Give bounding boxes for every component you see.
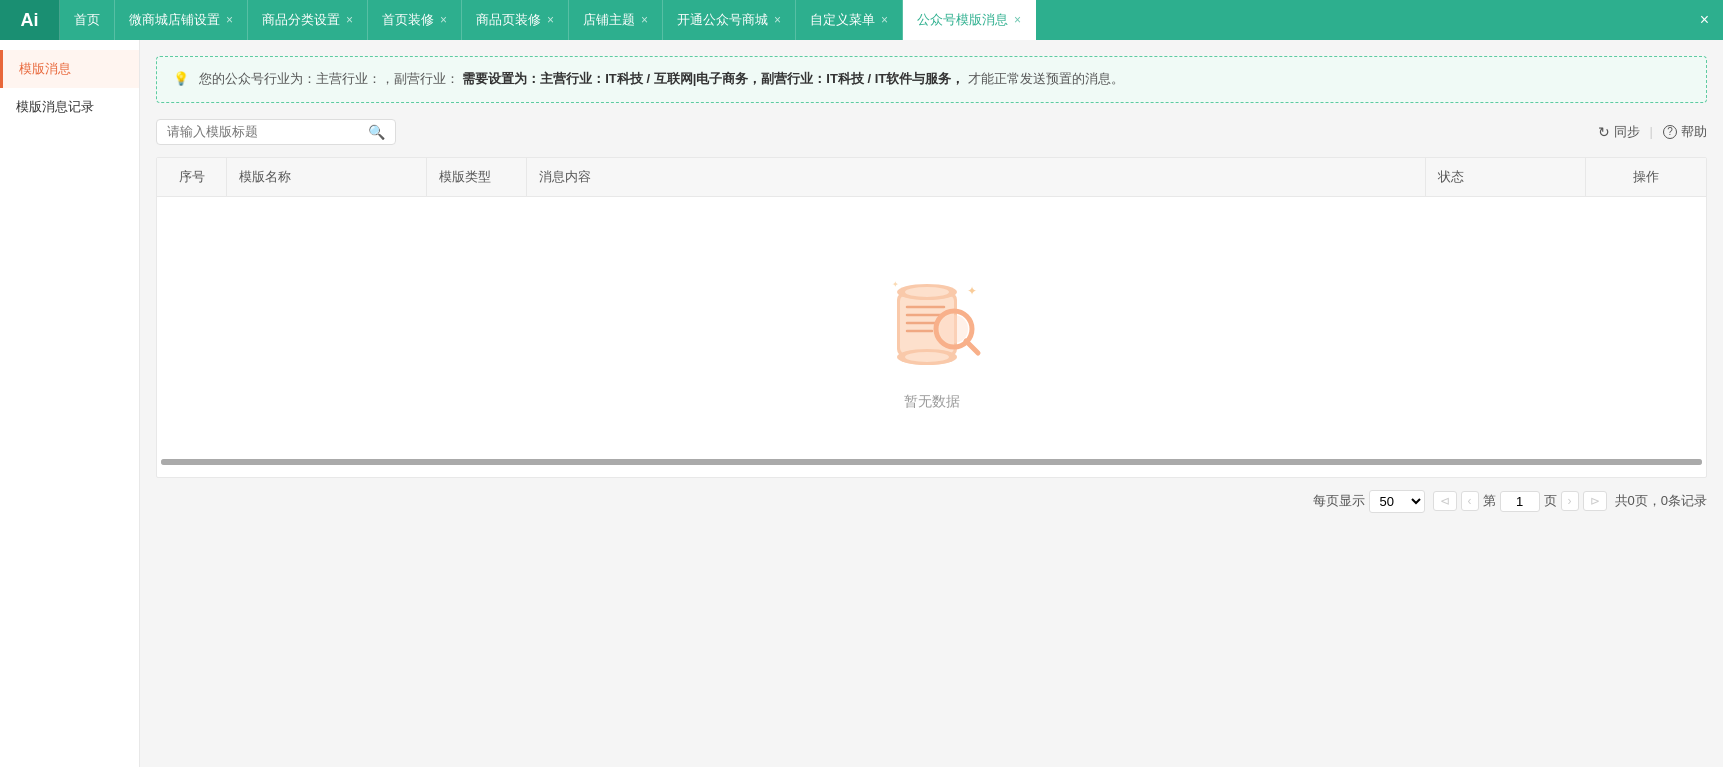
page-number-input[interactable]: [1500, 491, 1540, 512]
page-size-dropdown[interactable]: 10 20 50 100: [1369, 490, 1425, 513]
search-icon[interactable]: 🔍: [368, 124, 385, 140]
empty-text: 暂无数据: [904, 393, 960, 411]
svg-text:✦: ✦: [967, 284, 977, 298]
close-tab-product-decor[interactable]: ×: [547, 13, 554, 27]
search-bar: 🔍 ↻ 同步 | ? 帮助: [156, 119, 1707, 145]
tab-template-msg[interactable]: 公众号模版消息 ×: [903, 0, 1036, 40]
col-header-action: 操作: [1586, 158, 1706, 196]
close-tab-home-decor[interactable]: ×: [440, 13, 447, 27]
empty-illustration: ✦ ✦: [872, 257, 992, 377]
close-tab-shop-theme[interactable]: ×: [641, 13, 648, 27]
empty-state: ✦ ✦ 暂无数据: [157, 197, 1706, 451]
tab-home-decor[interactable]: 首页装修 ×: [368, 0, 462, 40]
svg-point-12: [940, 315, 968, 343]
data-table: 序号 模版名称 模版类型 消息内容 状态 操作: [156, 157, 1707, 478]
search-input-wrap: 🔍: [156, 119, 396, 145]
prev-page-button[interactable]: ‹: [1461, 491, 1479, 511]
tab-bar-close-btn[interactable]: ×: [1686, 11, 1723, 29]
tab-bar: Ai 首页 微商城店铺设置 × 商品分类设置 × 首页装修 × 商品页装修 × …: [0, 0, 1723, 40]
notice-box: 💡 您的公众号行业为：主营行业：，副营行业： 需要设置为：主营行业：IT科技 /…: [156, 56, 1707, 103]
sidebar: 模版消息 模版消息记录: [0, 40, 140, 767]
main-layout: 模版消息 模版消息记录 💡 您的公众号行业为：主营行业：，副营行业： 需要设置为…: [0, 40, 1723, 767]
search-input[interactable]: [167, 124, 364, 139]
tab-open-mall[interactable]: 开通公众号商城 ×: [663, 0, 796, 40]
svg-point-8: [905, 287, 949, 297]
col-header-seq: 序号: [157, 158, 227, 196]
tab-shop-theme[interactable]: 店铺主题 ×: [569, 0, 663, 40]
close-tab-category[interactable]: ×: [346, 13, 353, 27]
sync-icon: ↻: [1598, 124, 1610, 140]
col-header-status: 状态: [1426, 158, 1586, 196]
sidebar-item-template-msg[interactable]: 模版消息: [0, 50, 139, 88]
tab-product-decor[interactable]: 商品页装修 ×: [462, 0, 569, 40]
svg-text:✦: ✦: [892, 280, 899, 289]
svg-point-10: [905, 352, 949, 362]
tab-custom-menu[interactable]: 自定义菜单 ×: [796, 0, 903, 40]
page-size-select: 每页显示 10 20 50 100: [1313, 490, 1425, 513]
tab-category[interactable]: 商品分类设置 ×: [248, 0, 368, 40]
table-scrollbar[interactable]: [157, 459, 1706, 477]
col-header-name: 模版名称: [227, 158, 427, 196]
sync-button[interactable]: ↻ 同步: [1598, 123, 1640, 141]
close-tab-open-mall[interactable]: ×: [774, 13, 781, 27]
toolbar-right: ↻ 同步 | ? 帮助: [1598, 123, 1707, 141]
main-content: 💡 您的公众号行业为：主营行业：，副营行业： 需要设置为：主营行业：IT科技 /…: [140, 40, 1723, 767]
bulb-icon: 💡: [173, 71, 189, 86]
close-tab-template-msg[interactable]: ×: [1014, 13, 1021, 27]
notice-highlight: 需要设置为：主营行业：IT科技 / 互联网|电子商务，副营行业：IT科技 / I…: [462, 71, 964, 86]
col-header-type: 模版类型: [427, 158, 527, 196]
pagination: 每页显示 10 20 50 100 ⊲ ‹ 第 页 › ⊳ 共0页，0条记录: [156, 490, 1707, 513]
tab-micro-shop[interactable]: 微商城店铺设置 ×: [115, 0, 248, 40]
sidebar-item-template-record[interactable]: 模版消息记录: [0, 88, 139, 126]
table-header: 序号 模版名称 模版类型 消息内容 状态 操作: [157, 158, 1706, 197]
help-button[interactable]: ? 帮助: [1663, 123, 1707, 141]
tab-home[interactable]: 首页: [60, 0, 115, 40]
help-icon: ?: [1663, 125, 1677, 139]
first-page-button[interactable]: ⊲: [1433, 491, 1457, 511]
total-info: 共0页，0条记录: [1615, 492, 1707, 510]
col-header-content: 消息内容: [527, 158, 1426, 196]
close-tab-custom-menu[interactable]: ×: [881, 13, 888, 27]
last-page-button[interactable]: ⊳: [1583, 491, 1607, 511]
close-tab-micro-shop[interactable]: ×: [226, 13, 233, 27]
toolbar-divider: |: [1650, 124, 1653, 139]
page-nav: ⊲ ‹ 第 页 › ⊳: [1433, 491, 1607, 512]
logo-tab: Ai: [0, 0, 60, 40]
svg-line-13: [966, 341, 978, 353]
next-page-button[interactable]: ›: [1561, 491, 1579, 511]
